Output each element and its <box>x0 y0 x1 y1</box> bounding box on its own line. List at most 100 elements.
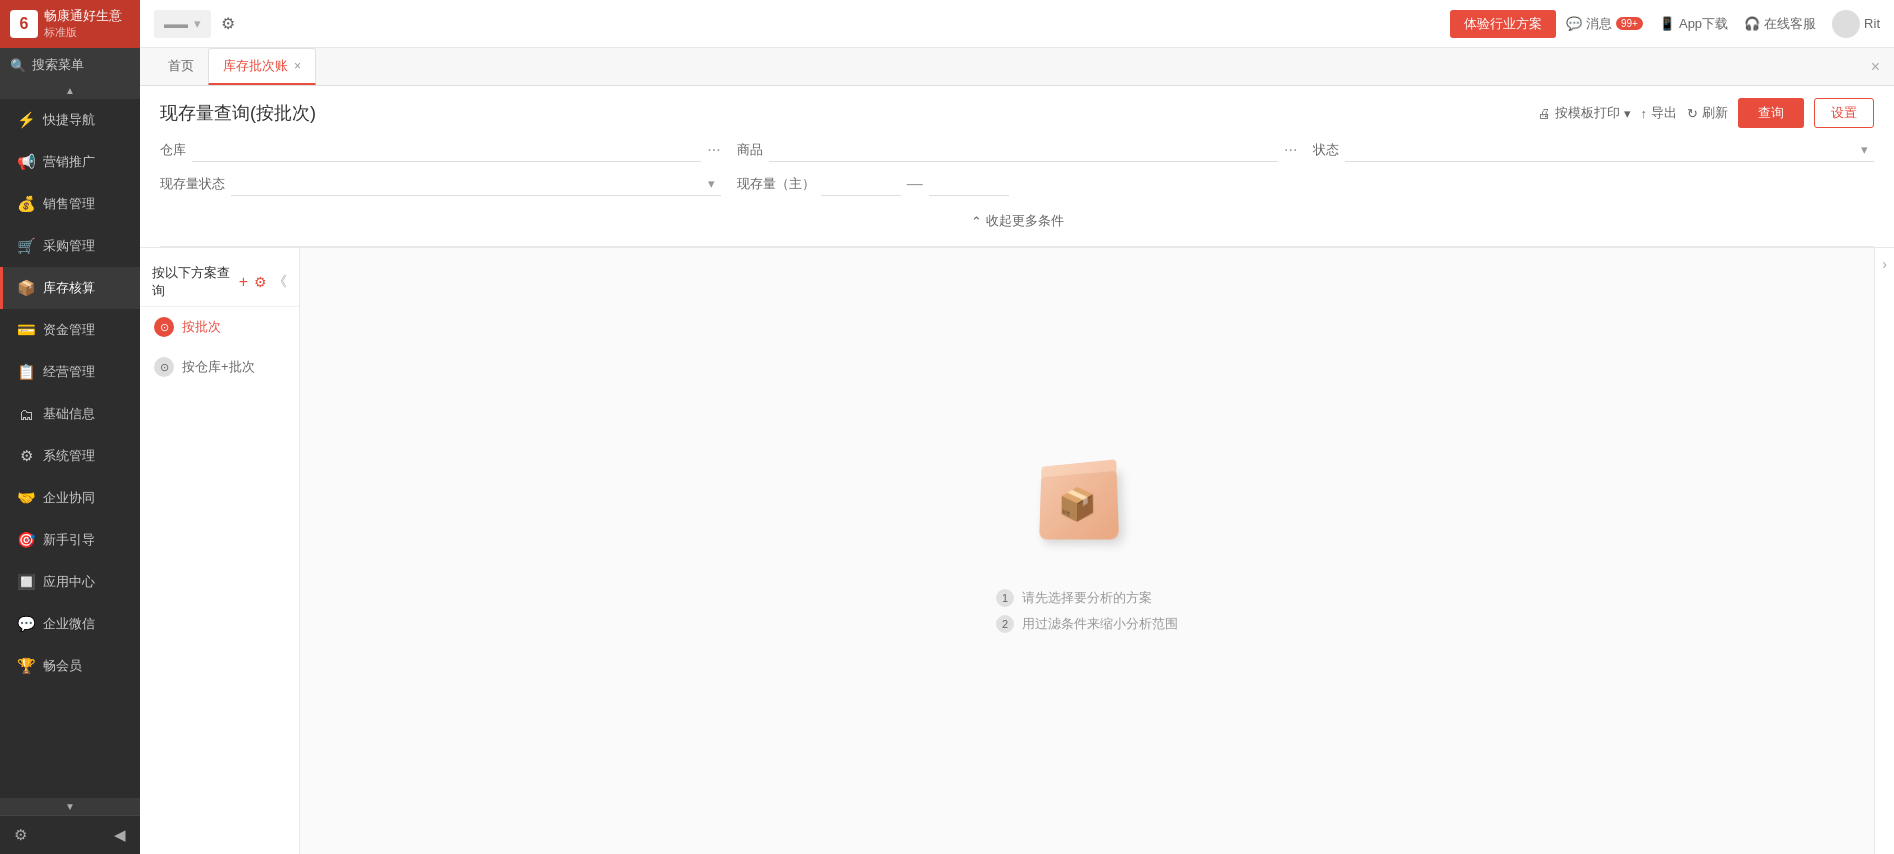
warehouse-dots[interactable]: ··· <box>707 141 720 159</box>
headset-icon: 🎧 <box>1744 16 1760 31</box>
hint-text-1: 请先选择要分析的方案 <box>1022 589 1152 607</box>
print-icon: 🖨 <box>1538 106 1551 121</box>
message-badge: 99+ <box>1616 17 1643 30</box>
hint-num-2: 2 <box>996 615 1014 633</box>
settings-button[interactable]: 设置 <box>1814 98 1874 128</box>
message-icon: 💬 <box>1566 16 1582 31</box>
add-scheme-icon[interactable]: + <box>239 273 248 291</box>
search-menu[interactable]: 🔍 搜索菜单 <box>0 48 140 82</box>
topbar-actions: 💬 消息 99+ 📱 App下载 🎧 在线客服 Rit <box>1566 10 1880 38</box>
nav-icon: 💳 <box>17 321 35 339</box>
sidebar-item-快捷导航[interactable]: ⚡ 快捷导航 <box>0 99 140 141</box>
online-support-action[interactable]: 🎧 在线客服 <box>1744 15 1816 33</box>
page-header: 现存量查询(按批次) 🖨 按模板打印 ▾ ↑ 导出 ↻ 刷新 <box>140 86 1894 248</box>
sidebar-item-营销推广[interactable]: 📢 营销推广 <box>0 141 140 183</box>
tab-inventory-batch[interactable]: 库存批次账 × <box>208 48 316 85</box>
page-title: 现存量查询(按批次) <box>160 101 316 125</box>
nav-label: 基础信息 <box>43 405 95 423</box>
sidebar-item-采购管理[interactable]: 🛒 采购管理 <box>0 225 140 267</box>
empty-box-icon: 📦 <box>1039 467 1119 540</box>
scheme-item-label: 按批次 <box>182 318 221 336</box>
sidebar-scroll-down[interactable]: ▼ <box>0 798 140 815</box>
breadcrumb: ▬▬ ▾ <box>154 10 211 38</box>
warehouse-input[interactable] <box>192 138 701 162</box>
nav-label: 营销推广 <box>43 153 95 171</box>
tab-close-icon[interactable]: × <box>294 59 301 73</box>
inventory-qty-max-input[interactable] <box>929 172 1009 196</box>
body-area: 按以下方案查询 + ⚙ 《 ⊙ 按批次⊙ 按仓库+批次 <box>140 248 1894 854</box>
sidebar-item-畅会员[interactable]: 🏆 畅会员 <box>0 645 140 687</box>
print-label: 按模板打印 <box>1555 104 1620 122</box>
nav-icon: ⚙ <box>17 447 35 465</box>
sidebar-item-资金管理[interactable]: 💳 资金管理 <box>0 309 140 351</box>
product-dots[interactable]: ··· <box>1284 141 1297 159</box>
user-name: Rit <box>1864 16 1880 31</box>
sidebar-item-应用中心[interactable]: 🔲 应用中心 <box>0 561 140 603</box>
query-button[interactable]: 查询 <box>1738 98 1804 128</box>
sidebar-item-企业微信[interactable]: 💬 企业微信 <box>0 603 140 645</box>
nav-label: 新手引导 <box>43 531 95 549</box>
tab-inventory-batch-label: 库存批次账 <box>223 57 288 75</box>
scheme-panel: 按以下方案查询 + ⚙ 《 ⊙ 按批次⊙ 按仓库+批次 <box>140 248 300 854</box>
hint-text-2: 用过滤条件来缩小分析范围 <box>1022 615 1178 633</box>
sidebar: 6 畅康通好生意 标准版 🔍 搜索菜单 ▲ ⚡ 快捷导航📢 营销推广💰 销售管理… <box>0 0 140 854</box>
settings-gear-icon[interactable]: ⚙ <box>221 14 235 33</box>
product-input[interactable] <box>769 138 1278 162</box>
export-action[interactable]: ↑ 导出 <box>1641 104 1678 122</box>
app-download-action[interactable]: 📱 App下载 <box>1659 15 1728 33</box>
content-area: 现存量查询(按批次) 🖨 按模板打印 ▾ ↑ 导出 ↻ 刷新 <box>140 86 1894 854</box>
refresh-action[interactable]: ↻ 刷新 <box>1687 104 1728 122</box>
user-profile-action[interactable]: Rit <box>1832 10 1880 38</box>
nav-label: 畅会员 <box>43 657 82 675</box>
hint-num-1: 1 <box>996 589 1014 607</box>
right-close-icon: › <box>1882 256 1887 272</box>
collapse-sidebar-icon[interactable]: ◀ <box>114 826 126 844</box>
nav-label: 企业微信 <box>43 615 95 633</box>
nav-icon: 🏆 <box>17 657 35 675</box>
inventory-status-select[interactable]: ▾ <box>231 172 721 196</box>
warehouse-filter: 仓库 ··· <box>160 138 721 162</box>
sidebar-item-经营管理[interactable]: 📋 经营管理 <box>0 351 140 393</box>
experience-btn[interactable]: 体验行业方案 <box>1450 10 1556 38</box>
scheme-settings-icon[interactable]: ⚙ <box>254 274 267 290</box>
scheme-title-actions: + ⚙ 《 <box>239 273 287 291</box>
messages-label: 消息 <box>1586 15 1612 33</box>
sidebar-item-基础信息[interactable]: 🗂 基础信息 <box>0 393 140 435</box>
sidebar-item-企业协同[interactable]: 🤝 企业协同 <box>0 477 140 519</box>
sidebar-item-系统管理[interactable]: ⚙ 系统管理 <box>0 435 140 477</box>
product-label: 商品 <box>737 141 763 159</box>
scheme-item-label: 按仓库+批次 <box>182 358 255 376</box>
phone-icon: 📱 <box>1659 16 1675 31</box>
settings-icon[interactable]: ⚙ <box>14 826 27 844</box>
tab-home[interactable]: 首页 <box>154 49 208 85</box>
scheme-item-按仓库+批次[interactable]: ⊙ 按仓库+批次 <box>140 347 299 387</box>
page-actions: 🖨 按模板打印 ▾ ↑ 导出 ↻ 刷新 查询 设置 <box>1538 98 1875 128</box>
nav-label: 系统管理 <box>43 447 95 465</box>
refresh-label: 刷新 <box>1702 104 1728 122</box>
nav-icon: 🔲 <box>17 573 35 591</box>
scheme-collapse-icon[interactable]: 《 <box>273 273 287 291</box>
status-select-wrapper[interactable]: ▾ <box>1345 138 1874 162</box>
nav-label: 应用中心 <box>43 573 95 591</box>
nav-label: 快捷导航 <box>43 111 95 129</box>
scheme-icon: ⊙ <box>154 357 174 377</box>
breadcrumb-text: ▬▬ <box>164 17 188 31</box>
print-action[interactable]: 🖨 按模板打印 ▾ <box>1538 104 1631 122</box>
status-dropdown-icon: ▾ <box>1861 142 1868 157</box>
sidebar-item-库存核算[interactable]: 📦 库存核算 <box>0 267 140 309</box>
inventory-qty-min-input[interactable] <box>821 172 901 196</box>
product-filter: 商品 ··· <box>737 138 1298 162</box>
export-label: 导出 <box>1651 104 1677 122</box>
collapse-row[interactable]: ⌃ 收起更多条件 <box>160 206 1874 236</box>
sidebar-item-销售管理[interactable]: 💰 销售管理 <box>0 183 140 225</box>
scheme-icon: ⊙ <box>154 317 174 337</box>
right-close-panel[interactable]: › <box>1874 248 1894 854</box>
tab-close-all-btn[interactable]: × <box>1871 58 1880 76</box>
sidebar-item-新手引导[interactable]: 🎯 新手引导 <box>0 519 140 561</box>
filter-row-1: 仓库 ··· 商品 ··· 状态 ▾ <box>160 138 1874 162</box>
scheme-item-按批次[interactable]: ⊙ 按批次 <box>140 307 299 347</box>
messages-action[interactable]: 💬 消息 99+ <box>1566 15 1643 33</box>
collapse-icon: ⌃ <box>971 214 982 229</box>
export-icon: ↑ <box>1641 106 1648 121</box>
sidebar-scroll-up[interactable]: ▲ <box>0 82 140 99</box>
